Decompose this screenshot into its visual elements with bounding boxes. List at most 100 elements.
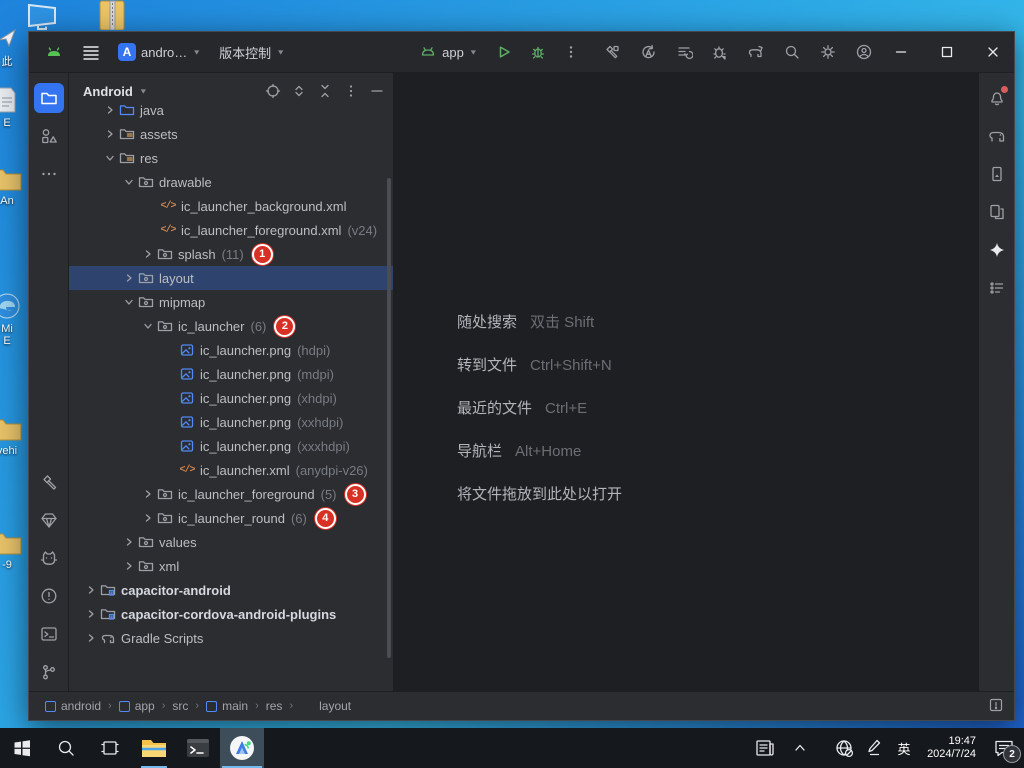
tree-row-ic-launcher[interactable]: ic_launcher (6) 2	[69, 314, 393, 338]
tree-row-ic-launcher-png[interactable]: ic_launcher.png (hdpi)	[69, 338, 393, 362]
desktop-icon[interactable]: An	[0, 166, 28, 207]
chevron-right-icon[interactable]	[140, 249, 156, 259]
device-manager-icon[interactable]	[982, 159, 1012, 189]
minimize-button[interactable]	[880, 32, 922, 72]
breadcrumb-item-app[interactable]: app	[115, 697, 159, 715]
build-hammer-icon[interactable]	[34, 467, 64, 497]
hide-panel-icon[interactable]	[369, 83, 385, 99]
main-menu-button[interactable]	[75, 40, 107, 64]
collapse-all-icon[interactable]	[317, 83, 333, 99]
tree-row-ic-launcher-foreground-xml[interactable]: </> ic_launcher_foreground.xml (v24)	[69, 218, 393, 242]
tree-row-java[interactable]: java	[69, 98, 393, 122]
chevron-down-icon[interactable]	[140, 321, 156, 331]
tree-row-layout[interactable]: layout	[69, 266, 393, 290]
running-devices-icon[interactable]	[982, 197, 1012, 227]
chevron-down-icon[interactable]	[121, 177, 137, 187]
chevron-right-icon[interactable]	[121, 537, 137, 547]
chevron-right-icon[interactable]	[83, 633, 99, 643]
desktop-icon[interactable]: Mi E	[0, 292, 28, 347]
build-variants-icon[interactable]	[668, 39, 700, 65]
tree-row-mipmap[interactable]: mipmap	[69, 290, 393, 314]
debug-button[interactable]	[523, 40, 553, 64]
tree-row-values[interactable]: values	[69, 530, 393, 554]
taskbar-app-terminal-app[interactable]	[176, 728, 220, 768]
desktop-icon[interactable]: -9	[0, 530, 28, 571]
profiler-icon[interactable]	[632, 39, 664, 65]
start-button[interactable]	[0, 728, 44, 768]
chevron-right-icon[interactable]	[121, 561, 137, 571]
gradle-elephant-icon[interactable]	[982, 121, 1012, 151]
chevron-right-icon[interactable]	[83, 609, 99, 619]
more-actions-icon[interactable]	[557, 40, 585, 64]
maximize-button[interactable]	[926, 32, 968, 72]
desktop-icon[interactable]: vehi	[0, 416, 28, 457]
breadcrumb-item-layout[interactable]: M1.5 11.5v-7h3.6l1.2 1.4h6.2v5.6z layout	[296, 697, 355, 715]
pen-icon[interactable]	[859, 728, 889, 768]
taskbar-app-file-explorer[interactable]	[132, 728, 176, 768]
tree-row-ic-launcher-png[interactable]: ic_launcher.png (xxhdpi)	[69, 410, 393, 434]
tree-row-xml[interactable]: xml	[69, 554, 393, 578]
chevron-down-icon[interactable]	[102, 153, 118, 163]
close-button[interactable]	[972, 32, 1014, 72]
taskbar-clock[interactable]: 19:47 2024/7/24	[919, 728, 984, 768]
chevron-right-icon[interactable]	[140, 489, 156, 499]
tree-row-drawable[interactable]: drawable	[69, 170, 393, 194]
tree-row-capacitor-android[interactable]: capacitor-android	[69, 578, 393, 602]
run-button[interactable]	[489, 40, 519, 64]
tree-row-res[interactable]: res	[69, 146, 393, 170]
gemini-sparkle-icon[interactable]	[982, 235, 1012, 265]
tree-row-ic-launcher-round[interactable]: ic_launcher_round (6) 4	[69, 506, 393, 530]
chevron-right-icon[interactable]	[102, 105, 118, 115]
tree-row-ic-launcher-png[interactable]: ic_launcher.png (xhdpi)	[69, 386, 393, 410]
tree-row-assets[interactable]: assets	[69, 122, 393, 146]
settings-icon[interactable]	[812, 39, 844, 65]
tree-row-ic-launcher-png[interactable]: ic_launcher.png (mdpi)	[69, 362, 393, 386]
tree-scrollbar[interactable]	[387, 178, 391, 658]
panel-options-icon[interactable]	[343, 83, 359, 99]
gem-icon[interactable]	[34, 505, 64, 535]
problems-icon[interactable]	[34, 581, 64, 611]
logcat-cat-icon[interactable]	[34, 543, 64, 573]
more-tools-icon[interactable]	[34, 159, 64, 189]
search-icon[interactable]	[776, 39, 808, 65]
account-icon[interactable]	[848, 39, 880, 65]
breadcrumb-item-android[interactable]: android	[41, 697, 105, 715]
chevron-right-icon[interactable]	[140, 513, 156, 523]
news-icon[interactable]	[745, 728, 785, 768]
tree-row-capacitor-cordova-android-plugins[interactable]: capacitor-cordova-android-plugins	[69, 602, 393, 626]
expand-all-icon[interactable]	[291, 83, 307, 99]
tree-row-splash[interactable]: splash (11) 1	[69, 242, 393, 266]
notifications-bell-icon[interactable]	[982, 83, 1012, 113]
chevron-down-icon[interactable]	[121, 297, 137, 307]
taskbar-app-android-studio[interactable]	[220, 728, 264, 768]
tree-row-ic-launcher-png[interactable]: ic_launcher.png (xxxhdpi)	[69, 434, 393, 458]
breadcrumb-item-main[interactable]: main	[202, 697, 252, 715]
project-folder-icon[interactable]	[33, 83, 64, 113]
attach-debugger-icon[interactable]	[704, 39, 736, 65]
desktop-icon[interactable]: E	[0, 86, 28, 129]
git-branch-icon[interactable]	[34, 657, 64, 687]
action-center-button[interactable]: 2	[984, 728, 1024, 768]
terminal-icon[interactable]	[34, 619, 64, 649]
event-log-icon[interactable]	[988, 697, 1004, 716]
chevron-right-icon[interactable]	[83, 585, 99, 595]
desktop-icon[interactable]: 此	[0, 26, 28, 69]
breadcrumb-item-src[interactable]: src	[168, 697, 192, 715]
device-selector[interactable]: app ▼	[412, 40, 485, 65]
project-view-selector[interactable]: Android	[83, 84, 133, 99]
locate-file-icon[interactable]	[265, 83, 281, 99]
tree-row-ic-launcher-background-xml[interactable]: </> ic_launcher_background.xml	[69, 194, 393, 218]
show-hidden-icons-button[interactable]	[785, 728, 815, 768]
project-selector[interactable]: A andro… ▼	[111, 39, 208, 65]
breadcrumb-item-res[interactable]: res	[262, 697, 287, 715]
chevron-right-icon[interactable]	[121, 273, 137, 283]
desktop-icon-zip[interactable]	[88, 0, 136, 33]
task-view-button[interactable]	[88, 728, 132, 768]
gradle-sync-icon[interactable]	[740, 39, 772, 65]
build-icon[interactable]	[596, 39, 628, 65]
tree-row-gradle-scripts[interactable]: Gradle Scripts	[69, 626, 393, 650]
resource-manager-icon[interactable]	[34, 121, 64, 151]
network-icon[interactable]	[829, 728, 859, 768]
chevron-right-icon[interactable]	[102, 129, 118, 139]
vcs-widget[interactable]: 版本控制 ▼	[212, 39, 292, 66]
